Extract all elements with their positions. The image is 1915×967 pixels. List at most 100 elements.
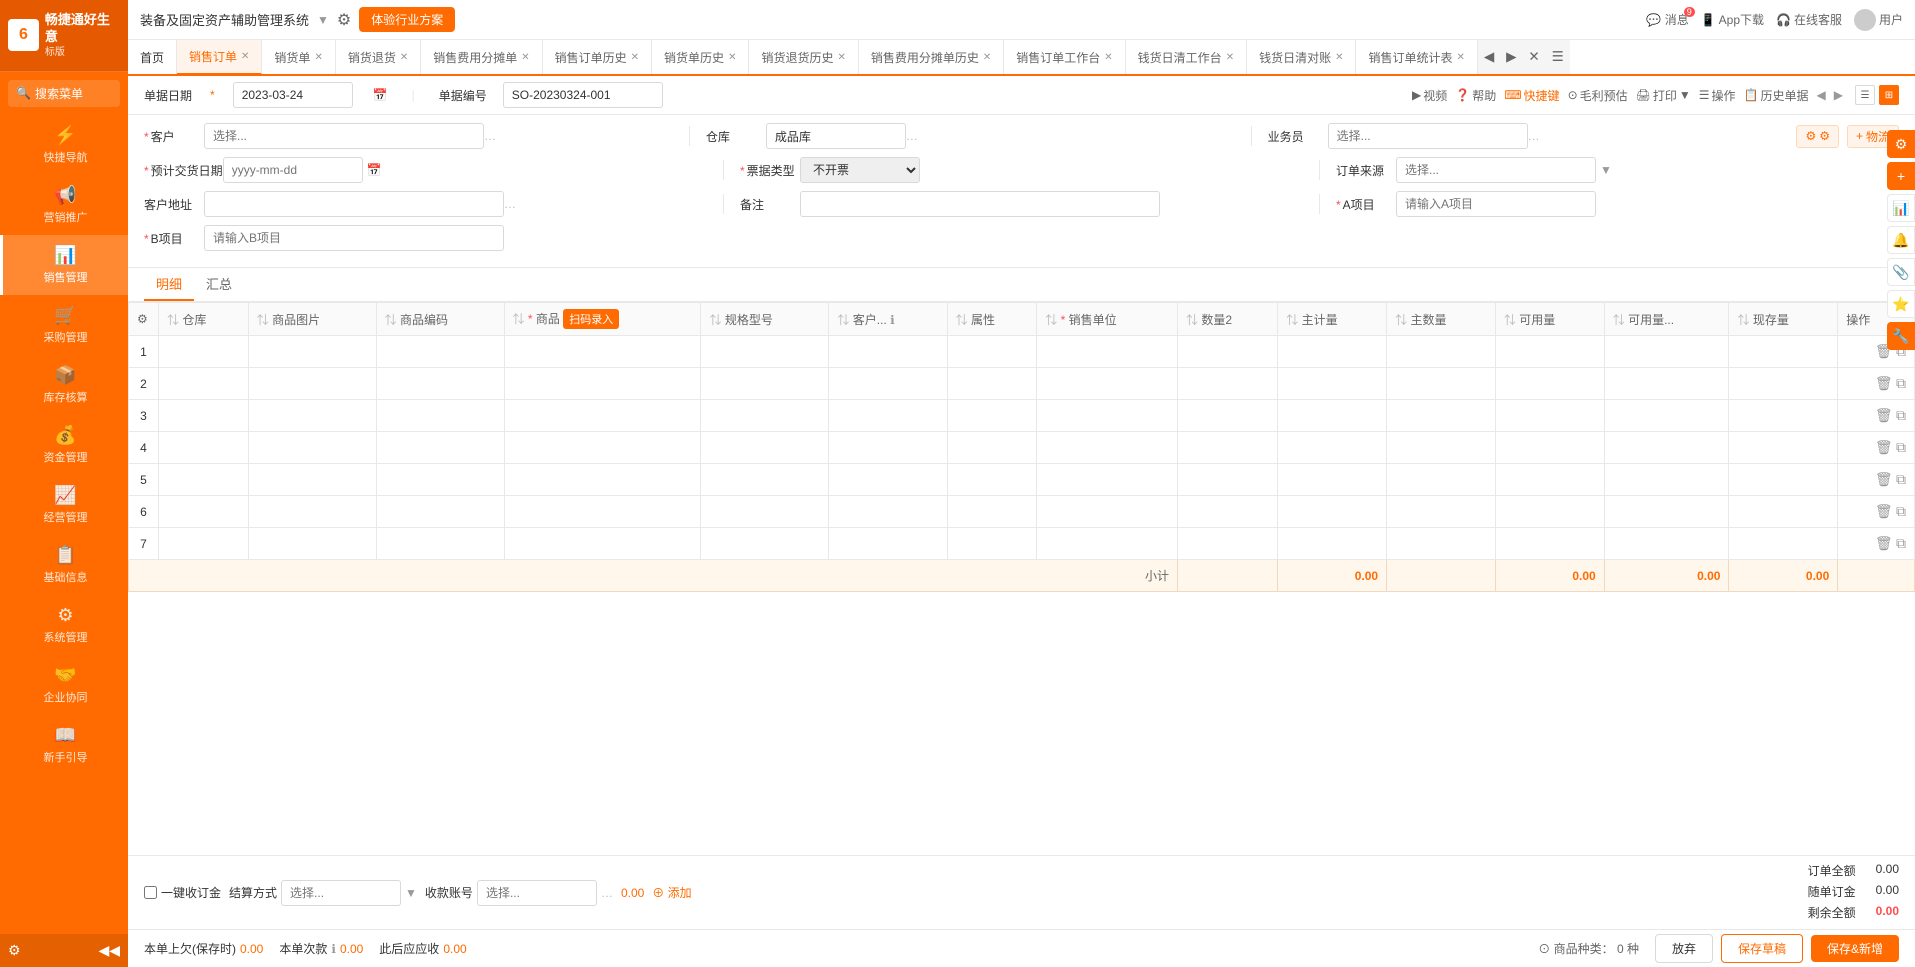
project-a-input[interactable] <box>1396 191 1596 217</box>
settle-method-input[interactable] <box>281 880 401 906</box>
copy-row-2-button[interactable]: ⧉ <box>1896 375 1906 392</box>
sidebar-item-operations[interactable]: 📈 经营管理 <box>0 475 128 535</box>
tab-sales-invoice[interactable]: 销货单 ✕ <box>262 40 335 75</box>
user-area[interactable]: 用户 <box>1854 9 1903 31</box>
close-invoice-history-icon[interactable]: ✕ <box>728 52 736 63</box>
close-sales-invoice-icon[interactable]: ✕ <box>314 52 322 63</box>
copy-row-5-button[interactable]: ⧉ <box>1896 471 1906 488</box>
close-expense-history-icon[interactable]: ✕ <box>983 52 991 63</box>
delete-row-2-button[interactable]: 🗑 <box>1875 375 1893 392</box>
operation-link[interactable]: ☰ 操作 <box>1699 87 1736 104</box>
collapse-icon[interactable]: ◀◀ <box>98 942 120 959</box>
tab-close-all-button[interactable]: ✕ <box>1522 40 1545 75</box>
profit-link[interactable]: ⊙ 毛利预估 <box>1568 87 1628 104</box>
address-dots-button[interactable]: … <box>504 197 516 211</box>
invoice-select[interactable]: 不开票 <box>800 157 920 183</box>
list-view-button[interactable]: ☰ <box>1855 85 1875 105</box>
copy-row-3-button[interactable]: ⧉ <box>1896 407 1906 424</box>
staff-input[interactable] <box>1328 123 1528 149</box>
warehouse-input[interactable] <box>766 123 906 149</box>
scan-button[interactable]: 扫码录入 <box>563 309 619 329</box>
settings-panel-button[interactable]: ⚙ <box>1887 130 1915 158</box>
save-draft-button[interactable]: 保存草稿 <box>1721 934 1803 963</box>
date-input[interactable] <box>233 82 353 108</box>
doc-num-input[interactable] <box>503 82 663 108</box>
tab-order-stats[interactable]: 销售订单统计表 ✕ <box>1356 40 1477 75</box>
close-order-history-icon[interactable]: ✕ <box>631 52 639 63</box>
tab-order-workbench[interactable]: 销售订单工作台 ✕ <box>1004 40 1125 75</box>
copy-row-4-button[interactable]: ⧉ <box>1896 439 1906 456</box>
tab-invoice-history[interactable]: 销货单历史 ✕ <box>652 40 749 75</box>
shortcut-link[interactable]: ⌨ 快捷键 <box>1504 87 1559 104</box>
tab-daily-workbench[interactable]: 钱货日清工作台 ✕ <box>1126 40 1247 75</box>
address-input[interactable] <box>204 191 504 217</box>
history-link[interactable]: 📋 历史单据 <box>1744 87 1809 104</box>
delete-row-7-button[interactable]: 🗑 <box>1875 535 1893 552</box>
search-menu-button[interactable]: 🔍 搜索菜单 <box>8 80 120 107</box>
panel-btn-1[interactable]: 📊 <box>1887 194 1915 222</box>
tab-expense-split[interactable]: 销售费用分摊单 ✕ <box>421 40 542 75</box>
delivery-calendar-icon[interactable]: 📅 <box>367 163 382 177</box>
tab-detail[interactable]: 明细 <box>144 268 194 301</box>
sidebar-item-marketing[interactable]: 📢 营销推广 <box>0 175 128 235</box>
notification-area[interactable]: 💬 9 消息 <box>1646 11 1688 28</box>
tab-return-history[interactable]: 销货退货历史 ✕ <box>749 40 858 75</box>
tab-nav-next-button[interactable]: ▶ <box>1500 40 1522 75</box>
customer-input[interactable] <box>204 123 484 149</box>
sidebar-item-finance[interactable]: 💰 资金管理 <box>0 415 128 475</box>
th-settings[interactable]: ⚙ <box>129 303 159 336</box>
close-daily-reconcile-icon[interactable]: ✕ <box>1335 52 1343 63</box>
tab-daily-reconcile[interactable]: 钱货日清对账 ✕ <box>1247 40 1356 75</box>
sidebar-item-system[interactable]: ⚙ 系统管理 <box>0 595 128 655</box>
view-link[interactable]: ▶ 视频 <box>1412 87 1447 104</box>
panel-btn-2[interactable]: 🔔 <box>1887 226 1915 254</box>
account-input[interactable] <box>477 880 597 906</box>
nav-prev-doc-icon[interactable]: ◀ <box>1817 88 1826 102</box>
tab-summary[interactable]: 汇总 <box>194 268 244 301</box>
sidebar-item-guide[interactable]: 📖 新手引导 <box>0 715 128 775</box>
delete-row-4-button[interactable]: 🗑 <box>1875 439 1893 456</box>
tab-nav-prev-button[interactable]: ◀ <box>1478 40 1500 75</box>
panel-btn-3[interactable]: 📎 <box>1887 258 1915 286</box>
industry-solution-button[interactable]: 体验行业方案 <box>359 7 455 32</box>
close-expense-split-icon[interactable]: ✕ <box>521 52 529 63</box>
sidebar-item-quick-nav[interactable]: ⚡ 快捷导航 <box>0 115 128 175</box>
discard-button[interactable]: 放弃 <box>1655 934 1713 963</box>
order-source-input[interactable] <box>1396 157 1596 183</box>
close-sales-order-icon[interactable]: ✕ <box>241 51 249 62</box>
close-return-history-icon[interactable]: ✕ <box>837 52 845 63</box>
staff-dots-button[interactable]: … <box>1528 129 1540 143</box>
calendar-icon[interactable]: 📅 <box>373 88 388 102</box>
delete-row-3-button[interactable]: 🗑 <box>1875 407 1893 424</box>
tab-order-history[interactable]: 销售订单历史 ✕ <box>543 40 652 75</box>
customer-dots-button[interactable]: … <box>484 129 496 143</box>
sidebar-item-purchase[interactable]: 🛒 采购管理 <box>0 295 128 355</box>
close-daily-workbench-icon[interactable]: ✕ <box>1226 52 1234 63</box>
help-link[interactable]: ❓ 帮助 <box>1455 87 1496 104</box>
account-dots-button[interactable]: … <box>601 886 613 900</box>
panel-btn-5[interactable]: 🔧 <box>1887 322 1915 350</box>
quick-settle-checkbox[interactable] <box>144 886 157 899</box>
settings-gear-icon[interactable]: ⚙ <box>8 942 21 959</box>
table-container[interactable]: ⚙ ⇅ 仓库 ⇅ 商品图片 ⇅ 商品编码 <box>128 302 1915 855</box>
project-b-input[interactable] <box>204 225 504 251</box>
logistics-panel-button[interactable]: + <box>1887 162 1915 190</box>
settings-icon[interactable]: ⚙ <box>337 10 351 30</box>
close-order-workbench-icon[interactable]: ✕ <box>1104 52 1112 63</box>
add-account-link[interactable]: ⊕ 添加 <box>652 884 691 901</box>
sidebar-item-cooperation[interactable]: 🤝 企业协同 <box>0 655 128 715</box>
grid-view-button[interactable]: ⊞ <box>1879 85 1899 105</box>
app-download-link[interactable]: 📱 App下载 <box>1701 11 1764 28</box>
copy-row-7-button[interactable]: ⧉ <box>1896 535 1906 552</box>
copy-row-6-button[interactable]: ⧉ <box>1896 503 1906 520</box>
delete-row-6-button[interactable]: 🗑 <box>1875 503 1893 520</box>
tab-sales-return[interactable]: 销货退货 ✕ <box>336 40 421 75</box>
sidebar-item-inventory[interactable]: 📦 库存核算 <box>0 355 128 415</box>
delivery-input[interactable] <box>223 157 363 183</box>
close-sales-return-icon[interactable]: ✕ <box>400 52 408 63</box>
nav-next-doc-icon[interactable]: ▶ <box>1834 88 1843 102</box>
tab-expense-history[interactable]: 销售费用分摊单历史 ✕ <box>859 40 1004 75</box>
note-input[interactable] <box>800 191 1160 217</box>
tab-sales-order[interactable]: 销售订单 ✕ <box>177 40 262 75</box>
close-order-stats-icon[interactable]: ✕ <box>1457 52 1465 63</box>
